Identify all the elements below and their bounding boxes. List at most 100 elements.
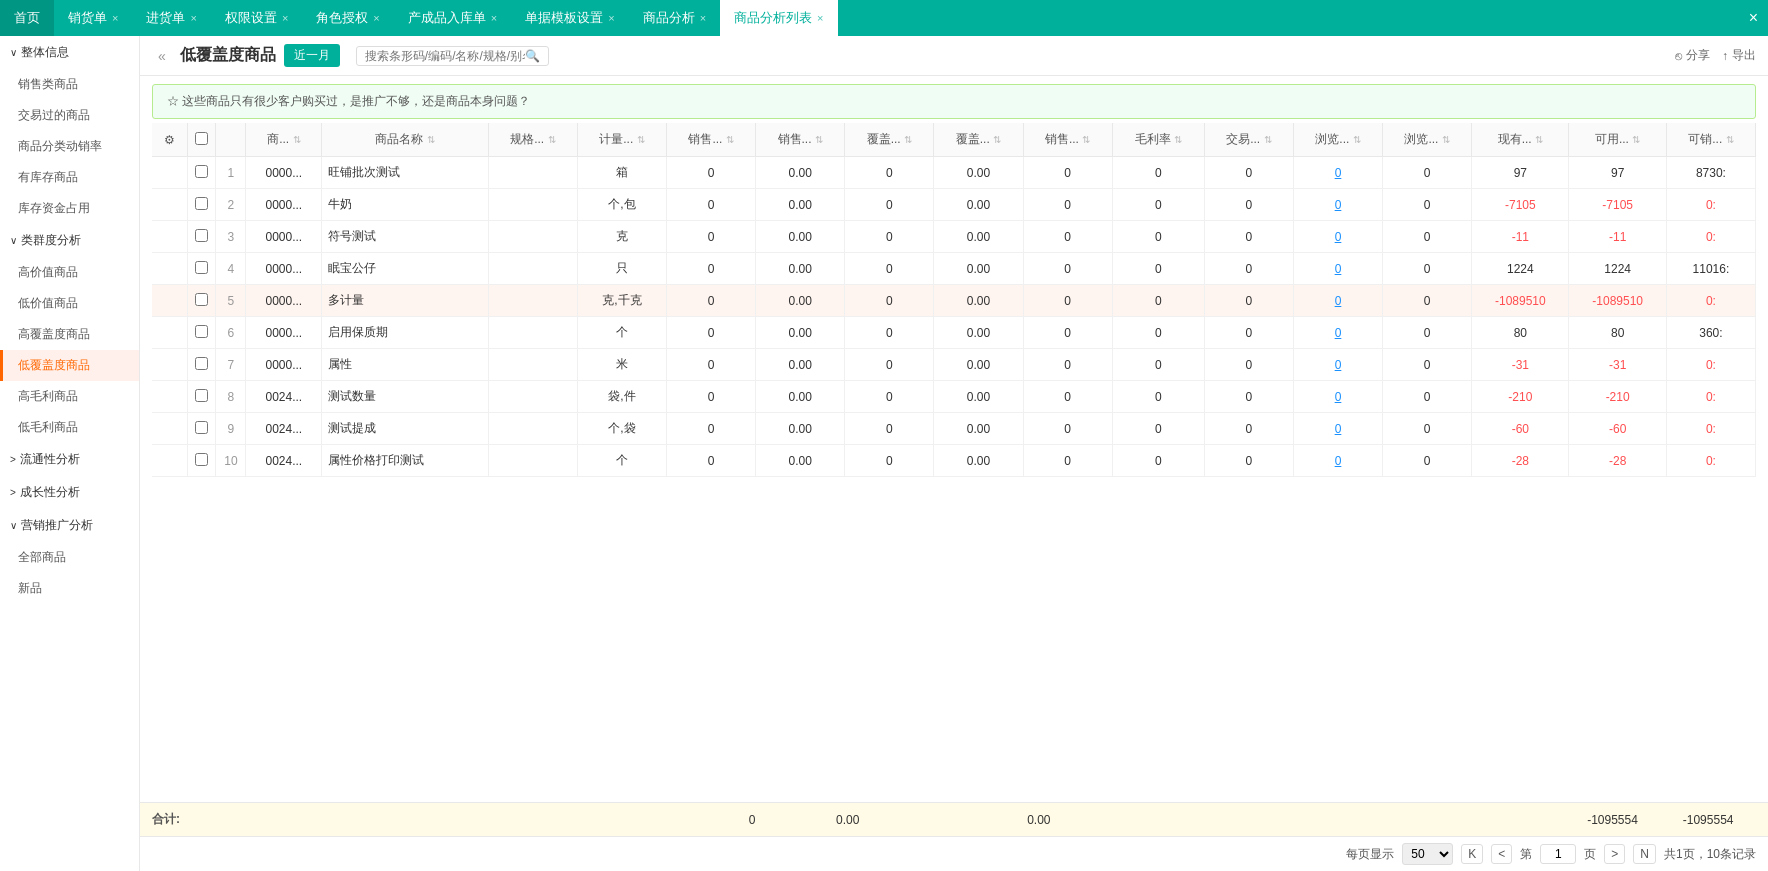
sidebar-section-liquidity[interactable]: > 流通性分析: [0, 443, 139, 476]
sidebar-section-growth[interactable]: > 成长性分析: [0, 476, 139, 509]
row-select-checkbox[interactable]: [195, 165, 208, 178]
prev-page-button[interactable]: <: [1491, 844, 1512, 864]
next-page-button[interactable]: >: [1604, 844, 1625, 864]
close-icon[interactable]: ×: [700, 12, 706, 24]
row-spec: [488, 157, 577, 189]
row-select-checkbox[interactable]: [195, 453, 208, 466]
sidebar-item-traded-goods[interactable]: 交易过的商品: [0, 100, 139, 131]
col-stock1[interactable]: 现有... ⇅: [1472, 123, 1569, 157]
row-view1[interactable]: 0: [1293, 253, 1382, 285]
close-icon[interactable]: ×: [608, 12, 614, 24]
sidebar-item-low-value[interactable]: 低价值商品: [0, 288, 139, 319]
row-view1[interactable]: 0: [1293, 381, 1382, 413]
row-view1[interactable]: 0: [1293, 413, 1382, 445]
page-size-select[interactable]: 50 20 100: [1402, 843, 1453, 865]
col-unit[interactable]: 计量... ⇅: [577, 123, 666, 157]
sidebar-section-overall[interactable]: ∨ 整体信息: [0, 36, 139, 69]
select-all-checkbox[interactable]: [195, 132, 208, 145]
col-settings[interactable]: ⚙: [152, 123, 188, 157]
row-view1[interactable]: 0: [1293, 445, 1382, 477]
sidebar-item-high-value[interactable]: 高价值商品: [0, 257, 139, 288]
collapse-sidebar-button[interactable]: «: [152, 46, 172, 66]
nav-item-sales[interactable]: 销货单 ×: [54, 0, 132, 36]
sidebar-item-high-margin[interactable]: 高毛利商品: [0, 381, 139, 412]
col-cov1[interactable]: 覆盖... ⇅: [845, 123, 934, 157]
row-select-checkbox[interactable]: [195, 261, 208, 274]
sidebar-item-category-turnover[interactable]: 商品分类动销率: [0, 131, 139, 162]
footer-view1: [1374, 813, 1470, 827]
row-select-checkbox[interactable]: [195, 325, 208, 338]
sidebar-item-low-coverage[interactable]: 低覆盖度商品: [0, 350, 139, 381]
col-view1[interactable]: 浏览... ⇅: [1293, 123, 1382, 157]
row-checkbox[interactable]: [188, 221, 216, 253]
first-page-button[interactable]: K: [1461, 844, 1483, 864]
nav-item-home[interactable]: 首页: [0, 0, 54, 36]
row-select-checkbox[interactable]: [195, 389, 208, 402]
row-view1[interactable]: 0: [1293, 285, 1382, 317]
row-checkbox[interactable]: [188, 285, 216, 317]
close-icon[interactable]: ×: [282, 12, 288, 24]
row-view1[interactable]: 0: [1293, 157, 1382, 189]
row-select-checkbox[interactable]: [195, 197, 208, 210]
row-checkbox[interactable]: [188, 413, 216, 445]
sidebar-section-marketing[interactable]: ∨ 营销推广分析: [0, 509, 139, 542]
col-stock3[interactable]: 可销... ⇅: [1666, 123, 1755, 157]
row-checkbox[interactable]: [188, 381, 216, 413]
nav-item-purchase[interactable]: 进货单 ×: [132, 0, 210, 36]
row-select-checkbox[interactable]: [195, 293, 208, 306]
row-checkbox[interactable]: [188, 445, 216, 477]
col-margin[interactable]: 毛利率 ⇅: [1112, 123, 1204, 157]
col-sales3[interactable]: 销售... ⇅: [1023, 123, 1112, 157]
row-select-checkbox[interactable]: [195, 421, 208, 434]
nav-item-product-analysis[interactable]: 商品分析 ×: [629, 0, 720, 36]
nav-item-templates[interactable]: 单据模板设置 ×: [511, 0, 628, 36]
sidebar-item-high-coverage[interactable]: 高覆盖度商品: [0, 319, 139, 350]
close-all-tabs[interactable]: ×: [1749, 9, 1758, 27]
col-stock2[interactable]: 可用... ⇅: [1569, 123, 1666, 157]
close-icon[interactable]: ×: [112, 12, 118, 24]
close-icon[interactable]: ×: [491, 12, 497, 24]
sidebar-item-stocked-goods[interactable]: 有库存商品: [0, 162, 139, 193]
row-margin: 0: [1112, 253, 1204, 285]
col-spec[interactable]: 规格... ⇅: [488, 123, 577, 157]
row-checkbox[interactable]: [188, 157, 216, 189]
row-checkbox[interactable]: [188, 317, 216, 349]
col-sales-qty[interactable]: 销售... ⇅: [667, 123, 756, 157]
row-view1[interactable]: 0: [1293, 221, 1382, 253]
col-trans[interactable]: 交易... ⇅: [1204, 123, 1293, 157]
col-sales-amt[interactable]: 销售... ⇅: [756, 123, 845, 157]
share-button[interactable]: ⎋ 分享: [1675, 47, 1710, 64]
sidebar-section-cluster[interactable]: ∨ 类群度分析: [0, 224, 139, 257]
export-button[interactable]: ↑ 导出: [1722, 47, 1756, 64]
sidebar-item-new-goods[interactable]: 新品: [0, 573, 139, 604]
nav-item-roles[interactable]: 角色授权 ×: [302, 0, 393, 36]
col-name[interactable]: 商品名称 ⇅: [322, 123, 488, 157]
time-filter-button[interactable]: 近一月: [284, 44, 340, 67]
close-icon[interactable]: ×: [190, 12, 196, 24]
row-view1[interactable]: 0: [1293, 189, 1382, 221]
row-select-checkbox[interactable]: [195, 357, 208, 370]
row-view1[interactable]: 0: [1293, 317, 1382, 349]
nav-item-permissions[interactable]: 权限设置 ×: [211, 0, 302, 36]
col-checkbox[interactable]: [188, 123, 216, 157]
sidebar-item-low-margin[interactable]: 低毛利商品: [0, 412, 139, 443]
nav-item-production[interactable]: 产成品入库单 ×: [394, 0, 511, 36]
nav-item-product-analysis-list[interactable]: 商品分析列表 ×: [720, 0, 837, 36]
col-view2[interactable]: 浏览... ⇅: [1383, 123, 1472, 157]
sidebar-item-all-goods[interactable]: 全部商品: [0, 542, 139, 573]
close-icon[interactable]: ×: [373, 12, 379, 24]
sidebar-item-stock-capital[interactable]: 库存资金占用: [0, 193, 139, 224]
row-checkbox[interactable]: [188, 349, 216, 381]
search-input[interactable]: [365, 49, 525, 63]
row-view1[interactable]: 0: [1293, 349, 1382, 381]
col-cov2[interactable]: 覆盖... ⇅: [934, 123, 1023, 157]
row-select-checkbox[interactable]: [195, 229, 208, 242]
close-icon[interactable]: ×: [817, 12, 823, 24]
sidebar-item-sales-goods[interactable]: 销售类商品: [0, 69, 139, 100]
row-checkbox[interactable]: [188, 189, 216, 221]
page-number-input[interactable]: [1540, 844, 1576, 864]
search-icon[interactable]: 🔍: [525, 49, 540, 63]
col-code[interactable]: 商... ⇅: [246, 123, 322, 157]
row-checkbox[interactable]: [188, 253, 216, 285]
last-page-button[interactable]: N: [1633, 844, 1656, 864]
